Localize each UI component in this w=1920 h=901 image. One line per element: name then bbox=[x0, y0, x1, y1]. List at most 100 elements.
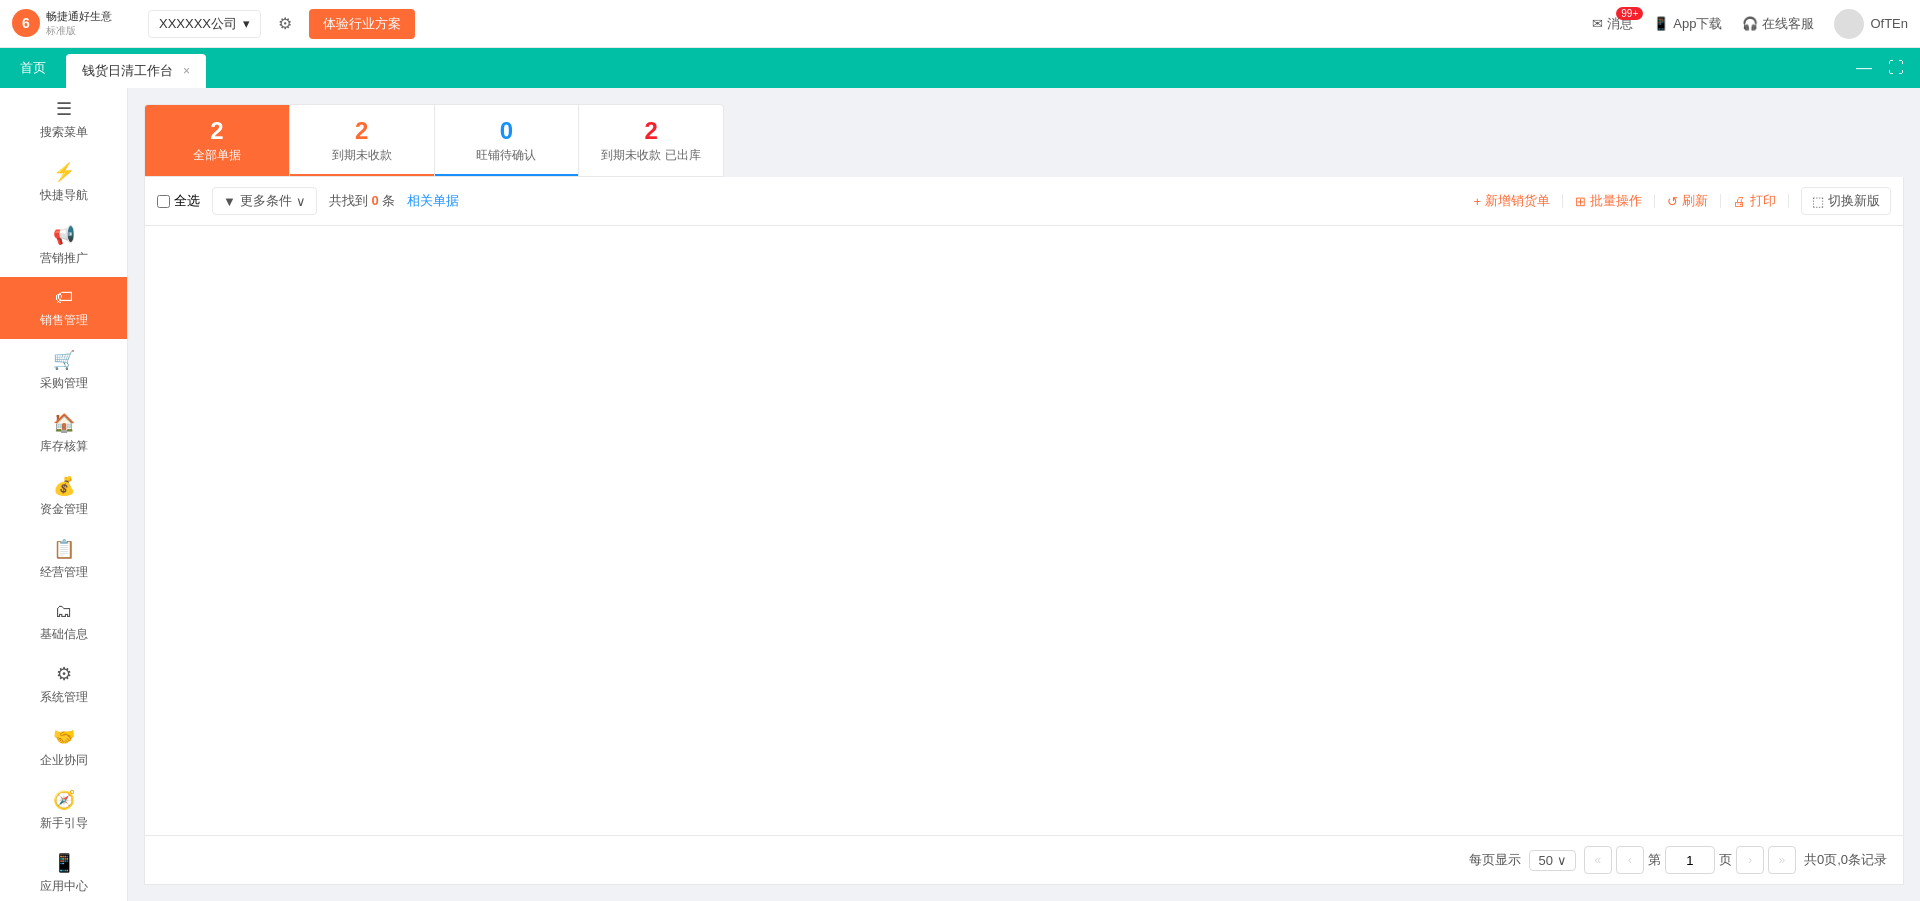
stats-tab-all[interactable]: 2 全部单据 bbox=[145, 105, 290, 176]
prev-page-btn[interactable]: ‹ bbox=[1616, 846, 1644, 874]
user-avatar-area[interactable]: OfTEn bbox=[1834, 9, 1908, 39]
stats-label-all: 全部单据 bbox=[193, 147, 241, 164]
message-icon: ✉ bbox=[1592, 16, 1603, 31]
sidebar-label-marketing: 营销推广 bbox=[40, 250, 88, 267]
stats-label-overdue: 到期未收款 bbox=[332, 147, 392, 164]
batch-icon: ⊞ bbox=[1575, 194, 1586, 209]
print-btn[interactable]: 🖨 打印 bbox=[1733, 192, 1776, 210]
inventory-icon: 🏠 bbox=[53, 412, 75, 434]
stats-tab-wangpu[interactable]: 0 旺铺待确认 bbox=[435, 105, 580, 176]
settings-icon[interactable]: ⚙ bbox=[269, 8, 301, 40]
sidebar-label-finance: 资金管理 bbox=[40, 501, 88, 518]
tab-right-buttons: — ⛶ bbox=[1852, 56, 1920, 80]
sidebar-item-guide[interactable]: 🧭 新手引导 bbox=[0, 779, 127, 842]
select-all-input[interactable] bbox=[157, 195, 170, 208]
message-btn[interactable]: ✉ 消息 99+ bbox=[1592, 15, 1633, 33]
enterprise-icon: 🤝 bbox=[53, 726, 75, 748]
stats-num-wangpu: 0 bbox=[500, 117, 513, 145]
divider4 bbox=[1788, 194, 1789, 208]
online-service-label: 在线客服 bbox=[1762, 15, 1814, 33]
add-label: 新增销货单 bbox=[1485, 192, 1550, 210]
marketing-icon: 📢 bbox=[53, 224, 75, 246]
search-menu-icon: ☰ bbox=[56, 98, 72, 120]
last-page-btn[interactable]: » bbox=[1768, 846, 1796, 874]
sidebar-label-inventory: 库存核算 bbox=[40, 438, 88, 455]
sidebar-label-basic-info: 基础信息 bbox=[40, 626, 88, 643]
tab-home[interactable]: 首页 bbox=[0, 48, 66, 88]
tab-close-icon[interactable]: × bbox=[183, 64, 190, 78]
add-sales-btn[interactable]: + 新增销货单 bbox=[1473, 192, 1550, 210]
sidebar-label-appstore: 应用中心 bbox=[40, 878, 88, 895]
stats-tabs: 2 全部单据 2 到期未收款 0 旺铺待确认 2 到期未收款 已出库 bbox=[144, 104, 724, 177]
toolbar: 全选 ▼ 更多条件 ∨ 共找到 0 条 相关单据 + 新增销货单 bbox=[144, 177, 1904, 226]
sidebar-item-operations[interactable]: 📋 经营管理 bbox=[0, 528, 127, 591]
per-page-select[interactable]: 50 ∨ bbox=[1529, 850, 1575, 871]
logo-badge: 标准版 bbox=[46, 24, 112, 38]
stats-num-all: 2 bbox=[210, 117, 223, 145]
related-doc-link[interactable]: 相关单据 bbox=[407, 192, 459, 210]
sidebar-item-sales[interactable]: 🏷 销售管理 bbox=[0, 277, 127, 339]
sidebar-item-marketing[interactable]: 📢 营销推广 bbox=[0, 214, 127, 277]
sales-icon: 🏷 bbox=[55, 287, 73, 308]
print-label: 打印 bbox=[1750, 192, 1776, 210]
sidebar-label-system: 系统管理 bbox=[40, 689, 88, 706]
tab-qianhuo[interactable]: 钱货日清工作台 × bbox=[66, 54, 206, 88]
divider3 bbox=[1720, 194, 1721, 208]
switch-label: 切换新版 bbox=[1828, 192, 1880, 210]
sidebar: ☰ 搜索菜单 ⚡ 快捷导航 📢 营销推广 🏷 销售管理 🛒 采购管理 🏠 库存核… bbox=[0, 88, 128, 901]
select-all-label: 全选 bbox=[174, 192, 200, 210]
sidebar-item-inventory[interactable]: 🏠 库存核算 bbox=[0, 402, 127, 465]
stats-num-overdue: 2 bbox=[355, 117, 368, 145]
sidebar-item-enterprise[interactable]: 🤝 企业协同 bbox=[0, 716, 127, 779]
online-service-btn[interactable]: 🎧 在线客服 bbox=[1742, 15, 1814, 33]
sidebar-label-search: 搜索菜单 bbox=[40, 124, 88, 141]
trial-button[interactable]: 体验行业方案 bbox=[309, 9, 415, 39]
add-icon: + bbox=[1473, 194, 1481, 209]
sidebar-item-system[interactable]: ⚙ 系统管理 bbox=[0, 653, 127, 716]
first-page-btn[interactable]: « bbox=[1584, 846, 1612, 874]
logo-area: 6 畅捷通好生意 标准版 bbox=[12, 9, 140, 37]
page-input[interactable] bbox=[1665, 846, 1715, 874]
stats-tab-shipped[interactable]: 2 到期未收款 已出库 bbox=[579, 105, 723, 176]
company-selector[interactable]: XXXXXX公司 ▾ bbox=[148, 10, 261, 38]
sidebar-label-sales: 销售管理 bbox=[40, 312, 88, 329]
company-name: XXXXXX公司 bbox=[159, 15, 237, 33]
filter-btn[interactable]: ▼ 更多条件 ∨ bbox=[212, 187, 317, 215]
next-page-btn[interactable]: › bbox=[1736, 846, 1764, 874]
dropdown-icon: ▾ bbox=[243, 16, 250, 31]
sidebar-label-quicknav: 快捷导航 bbox=[40, 187, 88, 204]
sidebar-item-basic-info[interactable]: 🗂 基础信息 bbox=[0, 591, 127, 653]
header-right: ✉ 消息 99+ 📱 App下载 🎧 在线客服 OfTEn bbox=[1592, 9, 1908, 39]
tab-minimize-btn[interactable]: — bbox=[1852, 56, 1876, 80]
app-download-btn[interactable]: 📱 App下载 bbox=[1653, 15, 1722, 33]
app-download-icon: 📱 bbox=[1653, 16, 1669, 31]
finance-icon: 💰 bbox=[53, 475, 75, 497]
stats-tab-overdue[interactable]: 2 到期未收款 bbox=[290, 105, 435, 176]
sidebar-item-finance[interactable]: 💰 资金管理 bbox=[0, 465, 127, 528]
pagination-bar: 每页显示 50 ∨ « ‹ 第 页 › » 共0页,0条记录 bbox=[144, 836, 1904, 885]
refresh-btn[interactable]: ↺ 刷新 bbox=[1667, 192, 1708, 210]
appstore-icon: 📱 bbox=[53, 852, 75, 874]
tab-bar: 首页 钱货日清工作台 × — ⛶ bbox=[0, 48, 1920, 88]
page-prefix: 第 bbox=[1648, 851, 1661, 869]
filter-dropdown-icon: ∨ bbox=[296, 194, 306, 209]
batch-operation-btn[interactable]: ⊞ 批量操作 bbox=[1575, 192, 1642, 210]
sidebar-item-appstore[interactable]: 📱 应用中心 bbox=[0, 842, 127, 901]
purchase-icon: 🛒 bbox=[53, 349, 75, 371]
headset-icon: 🎧 bbox=[1742, 16, 1758, 31]
sidebar-label-operations: 经营管理 bbox=[40, 564, 88, 581]
divider1 bbox=[1562, 194, 1563, 208]
switch-version-btn[interactable]: ⬚ 切换新版 bbox=[1801, 187, 1891, 215]
sidebar-item-purchase[interactable]: 🛒 采购管理 bbox=[0, 339, 127, 402]
sidebar-label-purchase: 采购管理 bbox=[40, 375, 88, 392]
tab-underline bbox=[290, 174, 434, 176]
quicknav-icon: ⚡ bbox=[53, 161, 75, 183]
tab-maximize-btn[interactable]: ⛶ bbox=[1884, 56, 1908, 80]
sidebar-item-search[interactable]: ☰ 搜索菜单 bbox=[0, 88, 127, 151]
main-layout: ☰ 搜索菜单 ⚡ 快捷导航 📢 营销推广 🏷 销售管理 🛒 采购管理 🏠 库存核… bbox=[0, 88, 1920, 901]
sidebar-item-quicknav[interactable]: ⚡ 快捷导航 bbox=[0, 151, 127, 214]
select-all-checkbox[interactable]: 全选 bbox=[157, 192, 200, 210]
refresh-icon: ↺ bbox=[1667, 194, 1678, 209]
basic-info-icon: 🗂 bbox=[55, 601, 73, 622]
total-records: 共0页,0条记录 bbox=[1804, 851, 1887, 869]
